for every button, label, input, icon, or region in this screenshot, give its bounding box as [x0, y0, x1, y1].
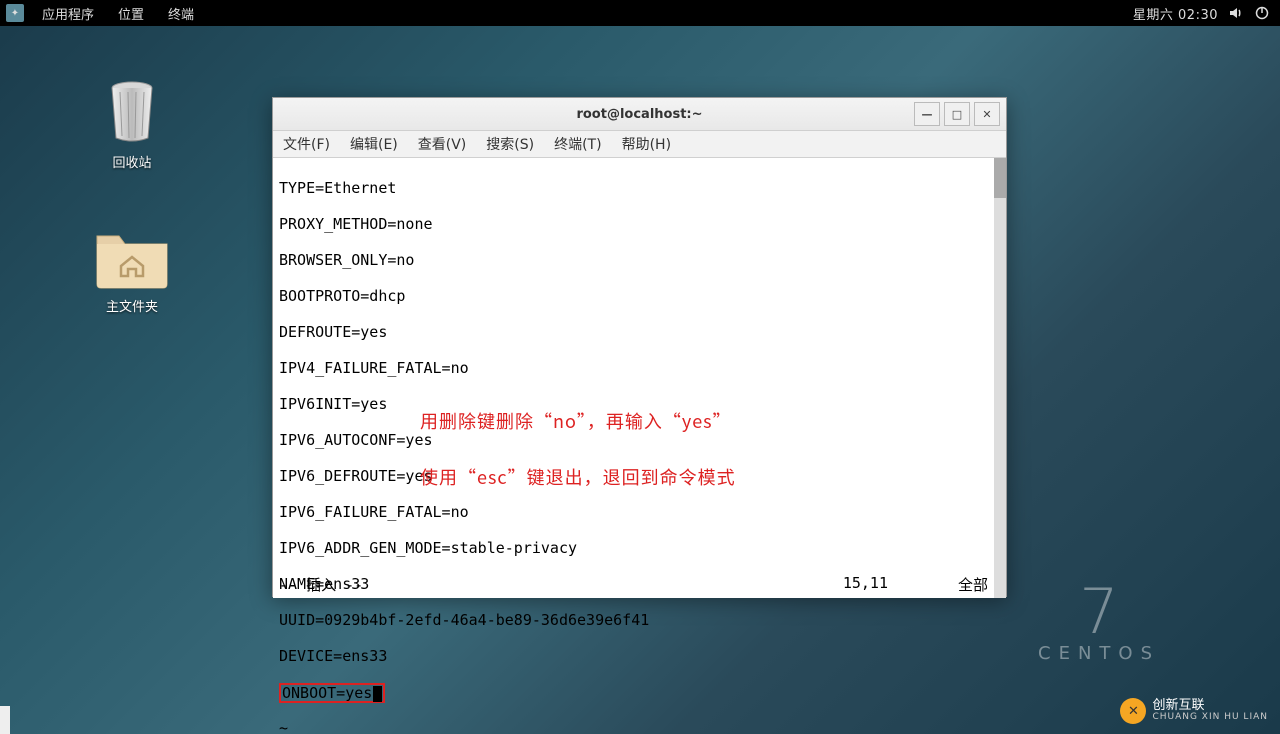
- term-line: DEFROUTE=yes: [279, 323, 988, 341]
- menu-help[interactable]: 帮助(H): [612, 134, 681, 154]
- menu-edit[interactable]: 编辑(E): [340, 134, 408, 154]
- volume-icon[interactable]: [1228, 5, 1244, 21]
- window-minimize-button[interactable]: —: [914, 102, 940, 126]
- desktop-icon-label: 主文件夹: [72, 296, 192, 315]
- watermark-icon: ✕: [1120, 698, 1146, 724]
- top-panel: ✦ 应用程序 位置 终端 星期六 02:30: [0, 0, 1280, 26]
- desktop-icon-label: 回收站: [72, 152, 192, 171]
- term-line: BROWSER_ONLY=no: [279, 251, 988, 269]
- window-title: root@localhost:~: [576, 107, 702, 122]
- menu-file[interactable]: 文件(F): [273, 134, 340, 154]
- annotation-text-2: 使用“esc”键退出，退回到命令模式: [420, 464, 736, 490]
- distro-icon: ✦: [6, 4, 24, 22]
- menu-terminal[interactable]: 终端(T): [544, 134, 611, 154]
- power-icon[interactable]: [1254, 5, 1270, 21]
- window-maximize-button[interactable]: □: [944, 102, 970, 126]
- centos-brand: 7 CENTOS: [1038, 581, 1160, 664]
- text-cursor: [373, 686, 382, 702]
- vim-cursor-pos: 15,11: [843, 574, 888, 595]
- menu-applications[interactable]: 应用程序: [30, 4, 106, 23]
- term-line-onboot: ONBOOT=yes: [279, 683, 988, 701]
- term-line: IPV6_FAILURE_FATAL=no: [279, 503, 988, 521]
- terminal-menubar: 文件(F) 编辑(E) 查看(V) 搜索(S) 终端(T) 帮助(H): [273, 131, 1006, 158]
- term-line: UUID=0929b4bf-2efd-46a4-be89-36d6e39e6f4…: [279, 611, 988, 629]
- terminal-body[interactable]: TYPE=Ethernet PROXY_METHOD=none BROWSER_…: [273, 158, 1006, 598]
- term-line: DEVICE=ens33: [279, 647, 988, 665]
- terminal-scrollbar[interactable]: [994, 158, 1006, 598]
- menu-search[interactable]: 搜索(S): [476, 134, 544, 154]
- desktop-icon-home[interactable]: 主文件夹: [72, 222, 192, 315]
- watermark-text: 创新互联: [1152, 699, 1268, 713]
- term-line: PROXY_METHOD=none: [279, 215, 988, 233]
- term-line: IPV6_ADDR_GEN_MODE=stable-privacy: [279, 539, 988, 557]
- menu-places[interactable]: 位置: [106, 4, 156, 23]
- trash-icon: [72, 78, 192, 146]
- vim-mode: -- 插入 --: [279, 574, 363, 595]
- centos-7: 7: [1038, 581, 1160, 643]
- watermark: ✕ 创新互联 CHUANG XIN HU LIAN: [1120, 698, 1268, 724]
- scrollbar-thumb[interactable]: [994, 158, 1006, 198]
- annotation-text-1: 用删除键删除“no”，再输入“yes”: [420, 408, 732, 434]
- window-close-button[interactable]: ✕: [974, 102, 1000, 126]
- onboot-highlight: ONBOOT=yes: [279, 683, 385, 703]
- bottom-sliver: [0, 706, 10, 734]
- terminal-content: TYPE=Ethernet PROXY_METHOD=none BROWSER_…: [273, 158, 994, 598]
- menu-terminal[interactable]: 终端: [156, 4, 206, 23]
- watermark-subtext: CHUANG XIN HU LIAN: [1152, 713, 1268, 723]
- desktop-icon-trash[interactable]: 回收站: [72, 78, 192, 171]
- terminal-window: root@localhost:~ — □ ✕ 文件(F) 编辑(E) 查看(V)…: [272, 97, 1007, 597]
- term-line: TYPE=Ethernet: [279, 179, 988, 197]
- home-folder-icon: [72, 222, 192, 290]
- term-line: BOOTPROTO=dhcp: [279, 287, 988, 305]
- term-line: IPV4_FAILURE_FATAL=no: [279, 359, 988, 377]
- centos-label: CENTOS: [1038, 643, 1160, 664]
- menu-view[interactable]: 查看(V): [408, 134, 477, 154]
- window-titlebar[interactable]: root@localhost:~ — □ ✕: [273, 98, 1006, 131]
- term-line-tilde: ~: [279, 719, 988, 734]
- clock[interactable]: 星期六 02:30: [1133, 4, 1218, 23]
- vim-scroll-pos: 全部: [958, 574, 988, 595]
